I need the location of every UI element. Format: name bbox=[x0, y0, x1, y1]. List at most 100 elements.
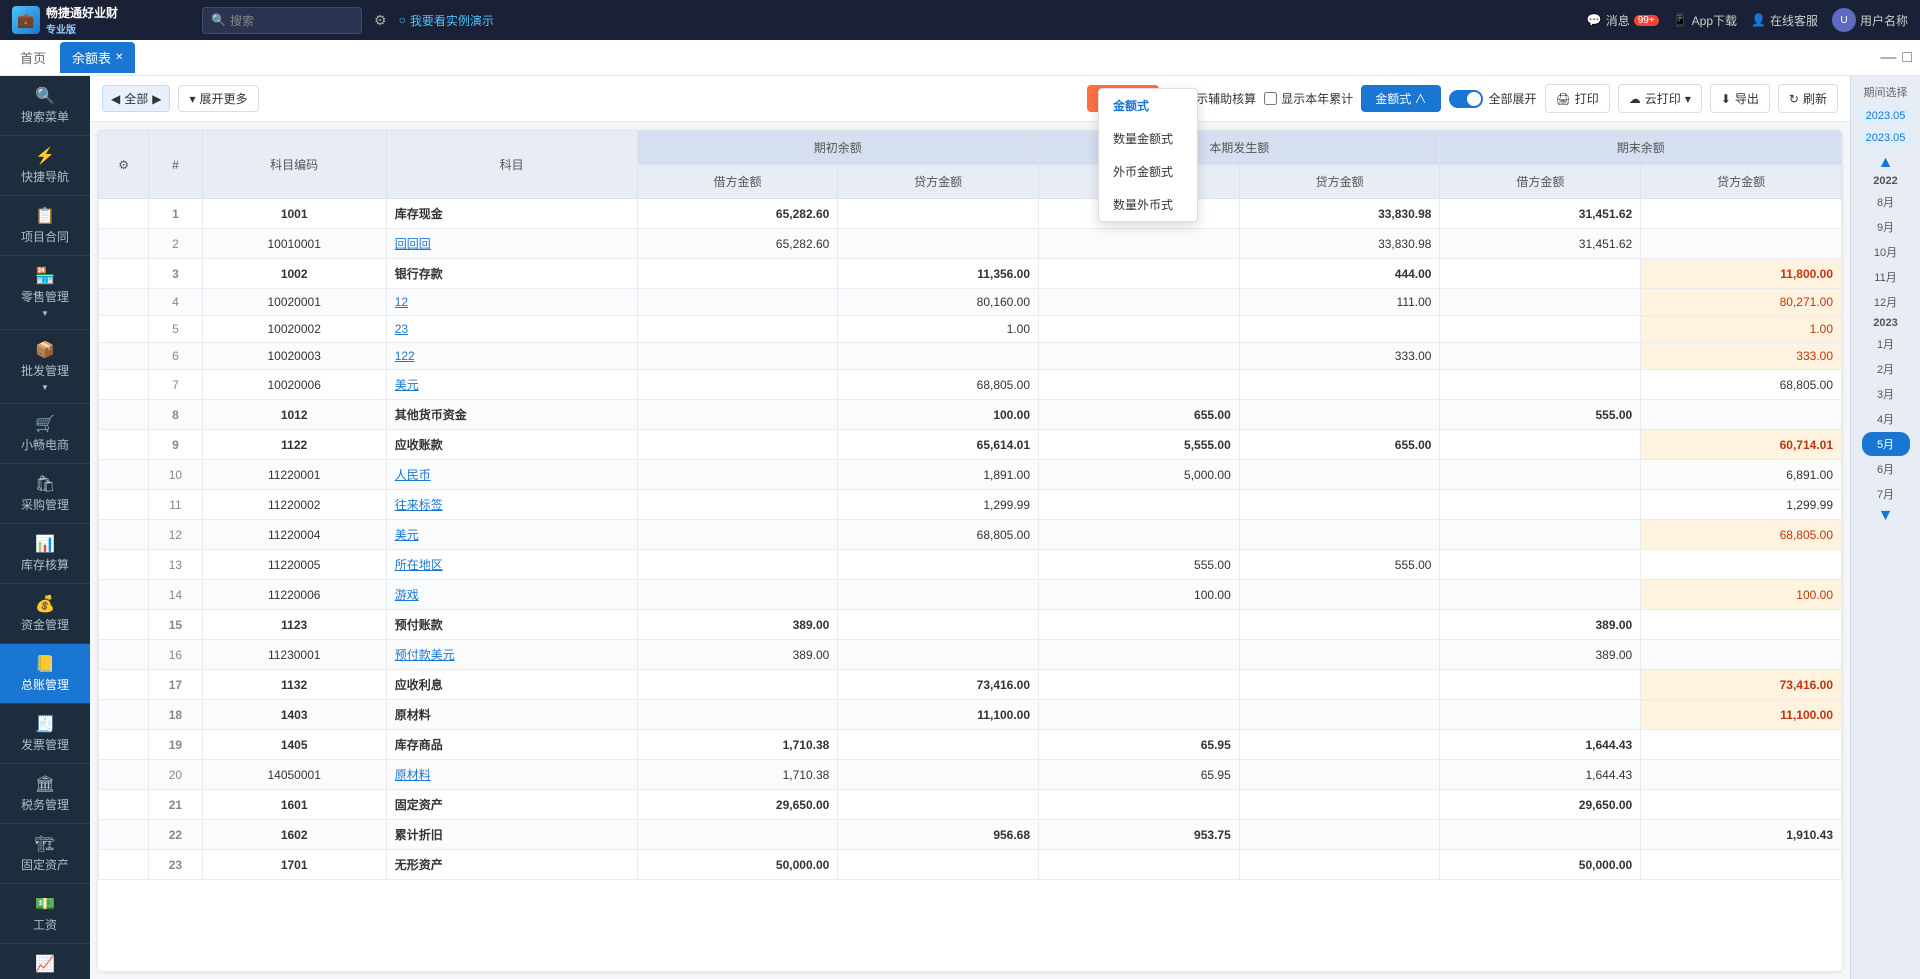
row-name-10[interactable]: 往来标签 bbox=[386, 490, 637, 520]
month-2022-9[interactable]: 9月 bbox=[1862, 215, 1910, 239]
sidebar-item-search[interactable]: 🔍 搜索菜单 bbox=[0, 76, 90, 136]
row-name-4[interactable]: 23 bbox=[386, 316, 637, 343]
row-settings-6[interactable] bbox=[99, 370, 149, 400]
row-settings-4[interactable] bbox=[99, 316, 149, 343]
row-settings-9[interactable] bbox=[99, 460, 149, 490]
dropdown-item-qty-amount[interactable]: 数量金额式 bbox=[1099, 122, 1197, 155]
month-2022-8[interactable]: 8月 bbox=[1862, 190, 1910, 214]
breadcrumb[interactable]: ◀ 全部 ▶ bbox=[102, 85, 170, 112]
period-down-arrow[interactable]: ▼ bbox=[1878, 507, 1894, 525]
row-settings-8[interactable] bbox=[99, 430, 149, 460]
sidebar-item-project[interactable]: 📋 项目合同 bbox=[0, 196, 90, 256]
row-name-20: 固定资产 bbox=[386, 790, 637, 820]
month-2022-12[interactable]: 12月 bbox=[1862, 290, 1910, 314]
export-btn[interactable]: ⬇ 导出 bbox=[1710, 84, 1770, 113]
row-settings-5[interactable] bbox=[99, 343, 149, 370]
month-2023-4[interactable]: 4月 bbox=[1862, 407, 1910, 431]
row-name-11[interactable]: 美元 bbox=[386, 520, 637, 550]
download-btn[interactable]: 📱 App下载 bbox=[1673, 12, 1737, 29]
row-code-1: 10010001 bbox=[202, 229, 386, 259]
row-name-5[interactable]: 122 bbox=[386, 343, 637, 370]
sidebar-item-wholesale[interactable]: 📦 批发管理 ▼ bbox=[0, 330, 90, 404]
row-name-13[interactable]: 游戏 bbox=[386, 580, 637, 610]
ytd-checkbox[interactable] bbox=[1264, 92, 1277, 105]
retail-icon: 🏪 bbox=[4, 266, 86, 286]
sidebar-item-retail[interactable]: 🏪 零售管理 ▼ bbox=[0, 256, 90, 330]
month-2023-3[interactable]: 3月 bbox=[1862, 382, 1910, 406]
row-settings-21[interactable] bbox=[99, 820, 149, 850]
dropdown-item-foreign-amount[interactable]: 外币金额式 bbox=[1099, 155, 1197, 188]
row-name-19[interactable]: 原材料 bbox=[386, 760, 637, 790]
row-period-debit-4 bbox=[1039, 316, 1240, 343]
month-2023-5[interactable]: 5月 bbox=[1862, 432, 1910, 456]
sidebar-item-operations[interactable]: 📈 经营管理 bbox=[0, 944, 90, 979]
expand-more-btn[interactable]: ▾ 展开更多 bbox=[178, 85, 258, 112]
sidebar-item-ledger[interactable]: 📒 总账管理 bbox=[0, 644, 90, 704]
month-2023-1[interactable]: 1月 bbox=[1862, 332, 1910, 356]
message-btn[interactable]: 💬 消息 99+ bbox=[1587, 12, 1659, 29]
header-search[interactable]: 🔍 搜索 bbox=[202, 7, 362, 34]
month-2023-6[interactable]: 6月 bbox=[1862, 457, 1910, 481]
row-settings-13[interactable] bbox=[99, 580, 149, 610]
row-settings-0[interactable] bbox=[99, 199, 149, 229]
tab-home[interactable]: 首页 bbox=[8, 42, 58, 73]
row-opening-debit-22: 50,000.00 bbox=[637, 850, 838, 880]
user-avatar-area[interactable]: U 用户名称 bbox=[1832, 8, 1908, 32]
row-settings-11[interactable] bbox=[99, 520, 149, 550]
show-ytd-check[interactable]: 显示本年累计 bbox=[1264, 90, 1353, 107]
dropdown-item-qty-foreign[interactable]: 数量外币式 bbox=[1099, 188, 1197, 221]
row-name-15[interactable]: 预付款美元 bbox=[386, 640, 637, 670]
sidebar-item-quick-nav[interactable]: ⚡ 快捷导航 bbox=[0, 136, 90, 196]
sidebar-item-inventory[interactable]: 📊 库存核算 bbox=[0, 524, 90, 584]
month-2023-7[interactable]: 7月 bbox=[1862, 482, 1910, 506]
row-closing-credit-11: 68,805.00 bbox=[1641, 520, 1842, 550]
sidebar-item-payroll[interactable]: 💵 工资 bbox=[0, 884, 90, 944]
month-2022-11[interactable]: 11月 bbox=[1862, 265, 1910, 289]
row-settings-12[interactable] bbox=[99, 550, 149, 580]
service-btn[interactable]: 👤 在线客服 bbox=[1751, 12, 1818, 29]
row-no-5: 6 bbox=[149, 343, 203, 370]
row-name-3[interactable]: 12 bbox=[386, 289, 637, 316]
tab-close-icon[interactable]: ✕ bbox=[115, 52, 123, 63]
sidebar-item-purchase[interactable]: 🛍 采购管理 bbox=[0, 464, 90, 524]
row-settings-15[interactable] bbox=[99, 640, 149, 670]
expand-all-toggle[interactable]: 全部展开 bbox=[1449, 90, 1537, 108]
month-2022-10[interactable]: 10月 bbox=[1862, 240, 1910, 264]
sidebar-item-tax[interactable]: 🏛 税务管理 bbox=[0, 764, 90, 824]
sidebar-item-capital[interactable]: 💰 资金管理 bbox=[0, 584, 90, 644]
print-btn[interactable]: 🖨 打印 bbox=[1545, 84, 1610, 113]
row-settings-19[interactable] bbox=[99, 760, 149, 790]
row-settings-2[interactable] bbox=[99, 259, 149, 289]
dropdown-item-amount[interactable]: 金额式 bbox=[1099, 89, 1197, 122]
row-settings-22[interactable] bbox=[99, 850, 149, 880]
row-settings-20[interactable] bbox=[99, 790, 149, 820]
settings-icon[interactable]: ⚙ bbox=[370, 8, 391, 33]
sidebar-item-fixed-assets[interactable]: 🏗 固定资产 bbox=[0, 824, 90, 884]
app-edition: 专业版 bbox=[46, 21, 118, 36]
tab-maximize-icon[interactable]: □ bbox=[1902, 49, 1912, 67]
row-name-12[interactable]: 所在地区 bbox=[386, 550, 637, 580]
row-settings-7[interactable] bbox=[99, 400, 149, 430]
row-settings-18[interactable] bbox=[99, 730, 149, 760]
tab-minimize-icon[interactable]: — bbox=[1880, 49, 1896, 67]
sidebar-item-ecommerce[interactable]: 🛒 小畅电商 bbox=[0, 404, 90, 464]
month-2023-2[interactable]: 2月 bbox=[1862, 357, 1910, 381]
sidebar-item-invoice[interactable]: 🧾 发票管理 bbox=[0, 704, 90, 764]
demo-link[interactable]: ○ 我要看实例演示 bbox=[399, 12, 494, 29]
row-settings-16[interactable] bbox=[99, 670, 149, 700]
refresh-btn[interactable]: ↻ 刷新 bbox=[1778, 84, 1838, 113]
row-settings-3[interactable] bbox=[99, 289, 149, 316]
cloud-print-btn[interactable]: ☁ 云打印 ▾ bbox=[1618, 84, 1702, 113]
row-settings-1[interactable] bbox=[99, 229, 149, 259]
row-name-1[interactable]: 回回回 bbox=[386, 229, 637, 259]
view-mode-btn[interactable]: 金额式 ∧ bbox=[1361, 85, 1440, 112]
period-up-arrow[interactable]: ▲ bbox=[1878, 154, 1894, 172]
row-settings-14[interactable] bbox=[99, 610, 149, 640]
toggle-track[interactable] bbox=[1449, 90, 1483, 108]
row-name-6[interactable]: 美元 bbox=[386, 370, 637, 400]
row-name-9[interactable]: 人民币 bbox=[386, 460, 637, 490]
tab-balance-sheet[interactable]: 余额表 ✕ bbox=[60, 42, 135, 73]
row-settings-17[interactable] bbox=[99, 700, 149, 730]
col-settings[interactable]: ⚙ bbox=[99, 131, 149, 199]
row-settings-10[interactable] bbox=[99, 490, 149, 520]
